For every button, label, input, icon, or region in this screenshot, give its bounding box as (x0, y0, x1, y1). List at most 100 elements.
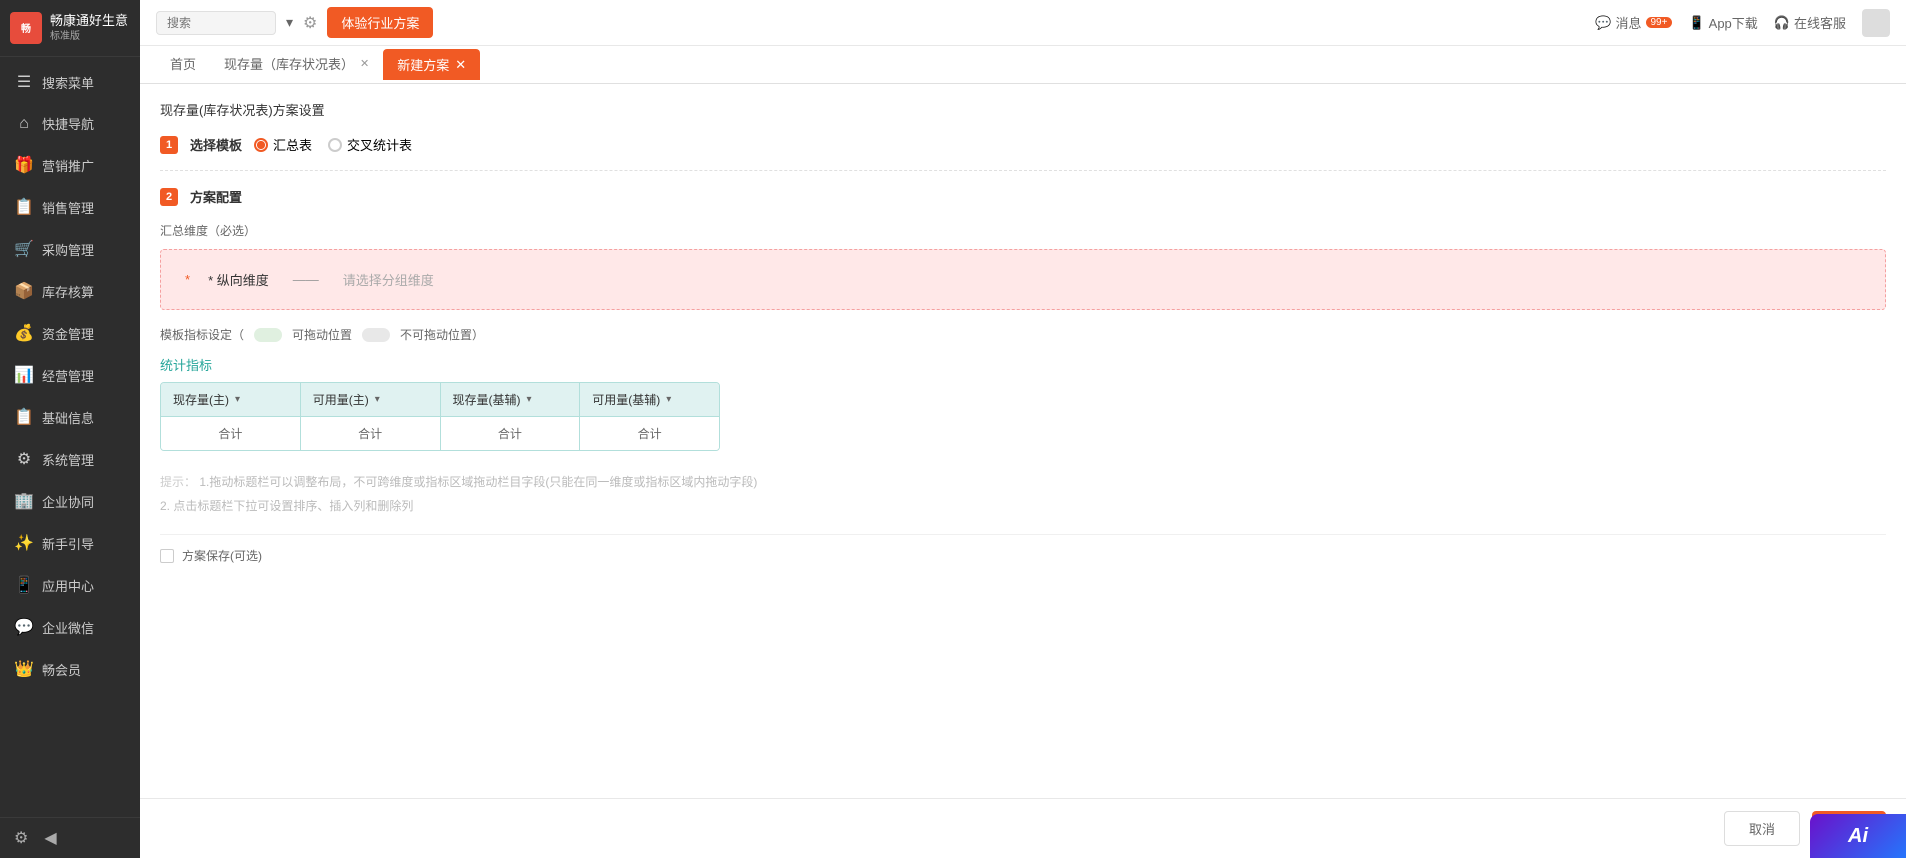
ai-badge[interactable]: Ai (1810, 814, 1906, 858)
close-new-scheme-tab[interactable]: ✕ (455, 57, 466, 73)
sidebar-item-basic-info[interactable]: 📋 基础信息 (0, 396, 140, 438)
chevron-col1: ▾ (235, 394, 240, 405)
step2-label: 方案配置 (190, 187, 242, 206)
dimension-placeholder[interactable]: 请选择分组维度 (343, 270, 434, 289)
stat-header: 现存量(主) ▾ 可用量(主) ▾ 现存量(基辅) ▾ 可用量(基辅) ▾ (161, 383, 719, 416)
operations-icon: 📊 (14, 365, 34, 385)
search-input[interactable] (156, 11, 276, 35)
sidebar-item-member[interactable]: 👑 畅会员 (0, 648, 140, 690)
template-radio-group: 汇总表 交叉统计表 (254, 135, 412, 154)
tab-inventory-status[interactable]: 现存量（库存状况表） ✕ (210, 46, 383, 83)
sidebar-item-purchase[interactable]: 🛒 采购管理 (0, 228, 140, 270)
sidebar-item-marketing[interactable]: 🎁 营销推广 (0, 144, 140, 186)
save-scheme-label: 方案保存(可选) (182, 547, 262, 564)
phone-icon: 📱 (1688, 15, 1704, 31)
stat-body-cell-2: 合计 (301, 417, 441, 450)
stat-header-cell-4[interactable]: 可用量(基辅) ▾ (580, 383, 719, 416)
tab-home[interactable]: 首页 (156, 46, 210, 83)
logo-icon: 畅 (10, 12, 42, 44)
tab-bar: 首页 现存量（库存状况表） ✕ 新建方案 ✕ (140, 46, 1906, 84)
enterprise-icon: 🏢 (14, 491, 34, 511)
online-service-btn[interactable]: 🎧 在线客服 (1774, 13, 1846, 32)
svg-text:畅: 畅 (21, 22, 31, 35)
home-icon: ⌂ (14, 115, 34, 133)
dimension-title: 汇总维度（必选） (160, 222, 1886, 239)
tips-section: 提示： 1.拖动标题栏可以调整布局，不可跨维度或指标区域拖动栏目字段(只能在同一… (160, 470, 1886, 518)
sidebar-item-quick-nav[interactable]: ⌂ 快捷导航 (0, 103, 140, 144)
page-title: 现存量(库存状况表)方案设置 (160, 100, 1886, 119)
radio-summary-circle (254, 138, 268, 152)
non-draggable-indicator (362, 328, 390, 342)
purchase-icon: 🛒 (14, 239, 34, 259)
stat-title: 统计指标 (160, 355, 1886, 374)
search-menu-icon: ☰ (14, 72, 34, 92)
main-area: ▾ ⚙ 体验行业方案 💬 消息 99+ 📱 App下载 🎧 在线客服 首页 (140, 0, 1906, 858)
vertical-dim-label: * 纵向维度 (208, 270, 269, 289)
divider1 (160, 170, 1886, 171)
stat-body-cell-4: 合计 (580, 417, 719, 450)
gift-icon: 🎁 (14, 155, 34, 175)
cancel-button[interactable]: 取消 (1724, 811, 1800, 846)
save-scheme-checkbox[interactable] (160, 549, 174, 563)
stat-body-cell-1: 合计 (161, 417, 301, 450)
sidebar-item-enterprise[interactable]: 🏢 企业协同 (0, 480, 140, 522)
step2-row: 2 方案配置 (160, 187, 1886, 206)
step1-label: 选择模板 (190, 135, 242, 154)
step1-num: 1 (160, 136, 178, 154)
message-btn[interactable]: 💬 消息 99+ (1595, 13, 1672, 32)
draggable-label: 可拖动位置 (292, 326, 352, 343)
step1-row: 1 选择模板 汇总表 交叉统计表 (160, 135, 1886, 154)
headset-icon: 🎧 (1774, 15, 1790, 31)
stat-header-cell-2[interactable]: 可用量(主) ▾ (301, 383, 441, 416)
content-area: 现存量(库存状况表)方案设置 1 选择模板 汇总表 交叉统计表 (140, 84, 1906, 798)
guide-icon: ✨ (14, 533, 34, 553)
stat-body-row: 合计 合计 合计 合计 (161, 416, 719, 450)
settings-icon[interactable]: ⚙ (14, 828, 28, 848)
stat-header-cell-1[interactable]: 现存量(主) ▾ (161, 383, 301, 416)
stat-header-cell-3[interactable]: 现存量(基辅) ▾ (441, 383, 581, 416)
sidebar-item-finance[interactable]: 💰 资金管理 (0, 312, 140, 354)
dropdown-icon[interactable]: ▾ (286, 14, 293, 31)
avatar[interactable] (1862, 9, 1890, 37)
stat-body-cell-3: 合计 (441, 417, 581, 450)
sidebar-item-system[interactable]: ⚙ 系统管理 (0, 438, 140, 480)
inventory-icon: 📦 (14, 281, 34, 301)
topbar: ▾ ⚙ 体验行业方案 💬 消息 99+ 📱 App下载 🎧 在线客服 (140, 0, 1906, 46)
wechat-icon: 💬 (14, 617, 34, 637)
indicator-title: 模板指标设定（ (160, 326, 244, 343)
sidebar-item-operations[interactable]: 📊 经营管理 (0, 354, 140, 396)
save-row: 方案保存(可选) (160, 534, 1886, 576)
sidebar-logo: 畅 畅康通好生意 标准版 (0, 0, 140, 57)
step2-num: 2 (160, 188, 178, 206)
sidebar-item-inventory[interactable]: 📦 库存核算 (0, 270, 140, 312)
close-inventory-tab[interactable]: ✕ (360, 57, 369, 70)
finance-icon: 💰 (14, 323, 34, 343)
chevron-col2: ▾ (375, 394, 380, 405)
industry-btn[interactable]: 体验行业方案 (327, 7, 433, 38)
app-download-btn[interactable]: 📱 App下载 (1688, 13, 1757, 32)
basic-info-icon: 📋 (14, 407, 34, 427)
topbar-gear-icon[interactable]: ⚙ (303, 13, 317, 33)
sidebar-bottom: ⚙ ◀ (0, 817, 140, 858)
sidebar-item-sales[interactable]: 📋 销售管理 (0, 186, 140, 228)
sidebar-item-guide[interactable]: ✨ 新手引导 (0, 522, 140, 564)
chevron-col3: ▾ (527, 394, 532, 405)
topbar-right: 💬 消息 99+ 📱 App下载 🎧 在线客服 (1595, 9, 1890, 37)
tip-row-2: 2. 点击标题栏下拉可设置排序、插入列和删除列 (160, 494, 1886, 518)
member-icon: 👑 (14, 659, 34, 679)
tab-new-scheme[interactable]: 新建方案 ✕ (383, 49, 480, 80)
sidebar-item-wechat[interactable]: 💬 企业微信 (0, 606, 140, 648)
app-center-icon: 📱 (14, 575, 34, 595)
dimension-config-box: * * 纵向维度 —— 请选择分组维度 (160, 249, 1886, 310)
collapse-icon[interactable]: ◀ (44, 828, 56, 848)
sidebar-item-app-center[interactable]: 📱 应用中心 (0, 564, 140, 606)
logo-text: 畅康通好生意 标准版 (50, 13, 128, 43)
required-star: * (185, 272, 190, 287)
radio-cross[interactable]: 交叉统计表 (328, 135, 412, 154)
message-icon: 💬 (1595, 15, 1611, 31)
stat-table: 现存量(主) ▾ 可用量(主) ▾ 现存量(基辅) ▾ 可用量(基辅) ▾ (160, 382, 720, 451)
radio-summary[interactable]: 汇总表 (254, 135, 312, 154)
sidebar: 畅 畅康通好生意 标准版 ☰ 搜索菜单 ⌂ 快捷导航 🎁 营销推广 📋 销售管理… (0, 0, 140, 858)
draggable-indicator (254, 328, 282, 342)
sidebar-item-search-menu[interactable]: ☰ 搜索菜单 (0, 61, 140, 103)
